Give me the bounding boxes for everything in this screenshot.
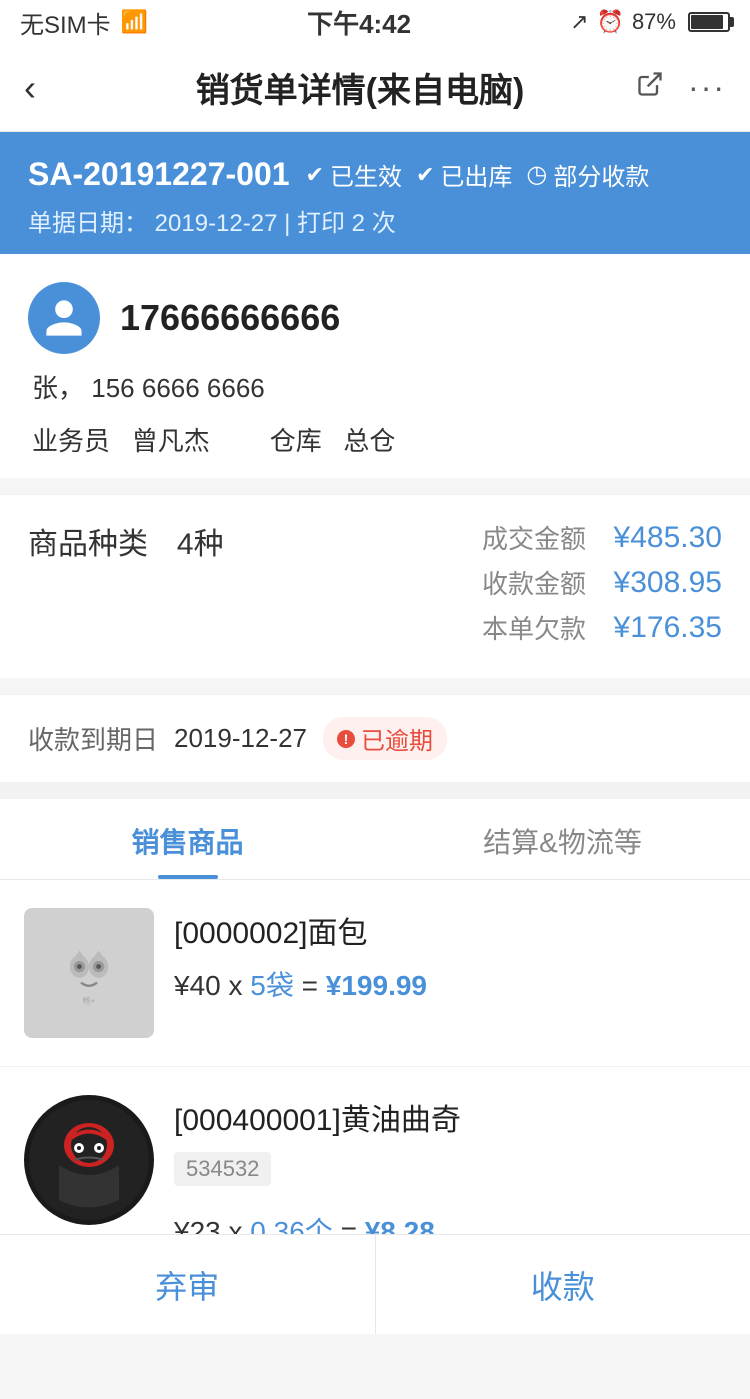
alarm-icon: ⏰ xyxy=(597,9,624,35)
salesperson-info: 业务员 曾凡杰 xyxy=(32,421,210,458)
summary-left: 商品种类 4种 xyxy=(28,519,224,567)
share-icon[interactable] xyxy=(636,70,664,105)
status-tags: 已生效 已出库 部分收款 xyxy=(306,157,650,192)
tab-settlement-logistics[interactable]: 结算&物流等 xyxy=(375,799,750,879)
check-icon-1 xyxy=(306,161,324,189)
summary-section: 商品种类 4种 成交金额 ¥485.30 收款金额 ¥308.95 本单欠款 ¥… xyxy=(0,495,750,678)
product-item: 畅+ [0000002]面包 ¥40 x 5袋 = ¥199.99 xyxy=(0,880,750,1067)
product-image-2 xyxy=(24,1095,154,1225)
summary-right: 成交金额 ¥485.30 收款金额 ¥308.95 本单欠款 ¥176.35 xyxy=(482,519,722,654)
tabs: 销售商品 结算&物流等 xyxy=(0,799,750,880)
more-icon[interactable]: ··· xyxy=(688,69,726,106)
check-icon-2 xyxy=(416,161,434,189)
section-divider xyxy=(0,783,750,799)
banner-date-info: 单据日期： 2019-12-27 | 打印 2 次 xyxy=(28,203,722,238)
product-batch: 534532 xyxy=(174,1152,271,1186)
product-info-2: [000400001]黄油曲奇 534532 ¥23 x 0.36个 = ¥8.… xyxy=(174,1095,726,1250)
product-name-2: [000400001]黄油曲奇 xyxy=(174,1095,726,1139)
status-partial-payment: 部分收款 xyxy=(526,157,649,192)
status-right: ↗ ⏰ 87% xyxy=(570,9,730,35)
nav-actions: ··· xyxy=(636,69,726,106)
status-bar: 无SIM卡 📶 下午4:42 ↗ ⏰ 87% xyxy=(0,0,750,44)
customer-card: 17666666666 张， 156 6666 6666 业务员 曾凡杰 仓库 … xyxy=(0,254,750,478)
overdue-text: 已逾期 xyxy=(361,721,433,756)
bottom-actions: 弃审 收款 xyxy=(0,1234,750,1334)
warehouse-info: 仓库 总仓 xyxy=(270,421,396,458)
battery-icon xyxy=(688,12,730,32)
nav-bar: ‹ 销货单详情(来自电脑) ··· xyxy=(0,44,750,132)
reject-button[interactable]: 弃审 xyxy=(0,1235,376,1334)
back-button[interactable]: ‹ xyxy=(24,67,84,109)
status-activated: 已生效 xyxy=(306,157,402,192)
customer-header: 17666666666 xyxy=(28,282,722,354)
product-name-1: [0000002]面包 xyxy=(174,908,726,952)
due-date-section: 收款到期日 2019-12-27 ! 已逾期 xyxy=(0,695,750,783)
avatar xyxy=(28,282,100,354)
overdue-badge: ! 已逾期 xyxy=(323,717,447,760)
page-title: 销货单详情(来自电脑) xyxy=(196,63,525,112)
wifi-icon: 📶 xyxy=(121,9,148,35)
location-icon: ↗ xyxy=(570,9,588,35)
tab-sales-products[interactable]: 销售商品 xyxy=(0,799,375,879)
status-carrier: 无SIM卡 📶 xyxy=(20,5,148,40)
received-amount-row: 收款金额 ¥308.95 xyxy=(482,564,722,601)
banner-row1: SA-20191227-001 已生效 已出库 部分收款 xyxy=(28,156,722,193)
customer-name-info: 张， 156 6666 6666 xyxy=(32,368,265,405)
products-list: 畅+ [0000002]面包 ¥40 x 5袋 = ¥199.99 xyxy=(0,880,750,1279)
status-shipped: 已出库 xyxy=(416,157,512,192)
battery-percent: 87% xyxy=(632,9,676,35)
status-time: 下午4:42 xyxy=(307,4,411,41)
deal-amount-row: 成交金额 ¥485.30 xyxy=(482,519,722,556)
customer-phone: 17666666666 xyxy=(120,297,340,339)
clock-icon xyxy=(526,160,547,189)
owe-amount-row: 本单欠款 ¥176.35 xyxy=(482,609,722,646)
product-price-1: ¥40 x 5袋 = ¥199.99 xyxy=(174,964,726,1004)
product-info-1: [0000002]面包 ¥40 x 5袋 = ¥199.99 xyxy=(174,908,726,1004)
order-header-banner: SA-20191227-001 已生效 已出库 部分收款 单据日期： 2019-… xyxy=(0,132,750,254)
customer-details: 张， 156 6666 6666 xyxy=(28,368,722,405)
product-image-1: 畅+ xyxy=(24,908,154,1038)
svg-text:畅+: 畅+ xyxy=(83,995,96,1005)
carrier-text: 无SIM卡 xyxy=(20,5,111,40)
order-id: SA-20191227-001 xyxy=(28,156,290,193)
overdue-icon: ! xyxy=(337,730,355,748)
collect-button[interactable]: 收款 xyxy=(376,1235,750,1334)
product-type-row: 商品种类 4种 xyxy=(28,519,224,563)
